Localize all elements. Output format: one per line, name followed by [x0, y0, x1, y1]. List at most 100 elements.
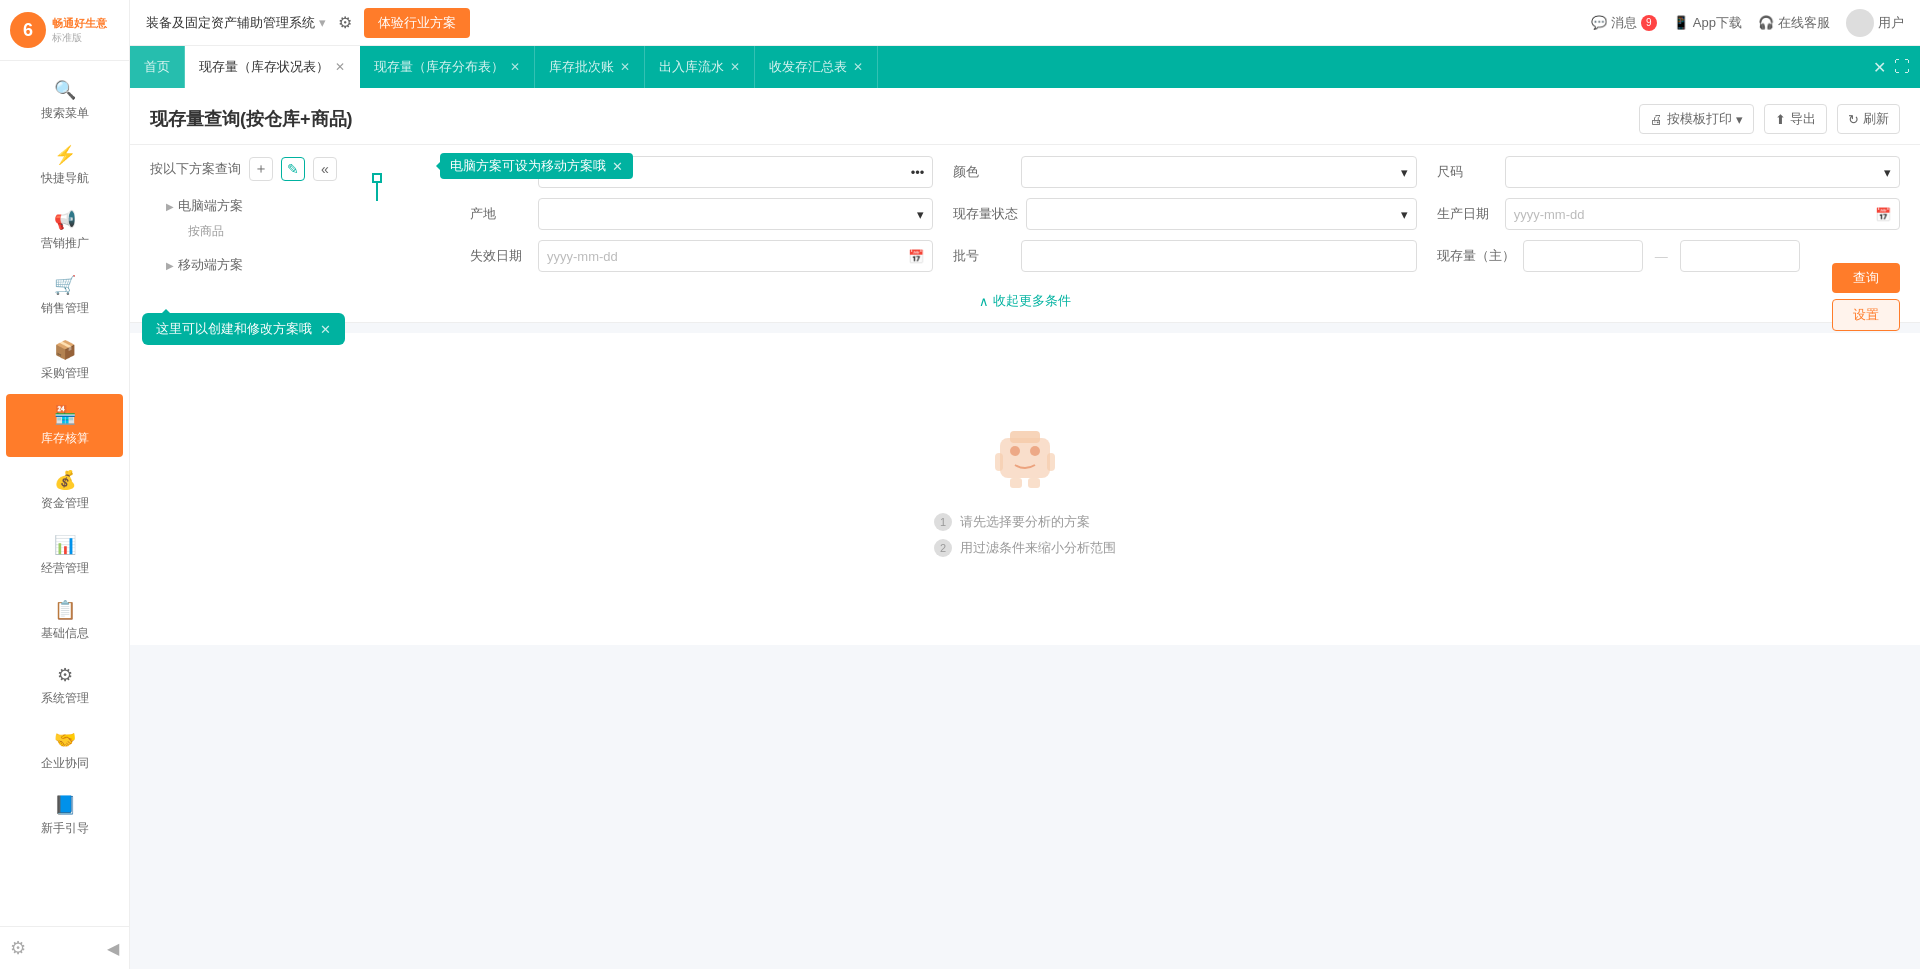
- close-tab-batch[interactable]: ✕: [620, 60, 630, 74]
- stock-main-label: 现存量（主）: [1437, 247, 1515, 265]
- sales-icon: 🛒: [54, 274, 76, 296]
- size-dropdown-icon: ▾: [1884, 165, 1891, 180]
- tree-expand-icon: ▶: [166, 201, 174, 212]
- main-content: 装备及固定资产辅助管理系统 ▾ ⚙ 体验行业方案 💬 消息 9 📱 App下载 …: [130, 0, 1920, 969]
- filter-row-stock-main: 现存量（主） —: [1437, 240, 1900, 272]
- close-tab-inventory-dist[interactable]: ✕: [510, 60, 520, 74]
- user-menu-btn[interactable]: 用户: [1846, 9, 1904, 37]
- refresh-btn[interactable]: ↻ 刷新: [1837, 104, 1900, 134]
- batch-input[interactable]: [1021, 240, 1416, 272]
- scheme-tag-label: 电脑方案可设为移动方案哦: [450, 157, 606, 175]
- produce-date-input[interactable]: yyyy-mm-dd 📅: [1505, 198, 1900, 230]
- sidebar-label-finance: 资金管理: [41, 495, 89, 512]
- size-select[interactable]: ▾: [1505, 156, 1900, 188]
- sidebar-item-enterprise[interactable]: 🤝企业协同: [6, 719, 123, 782]
- edit-scheme-btn[interactable]: ✎: [281, 157, 305, 181]
- inventory-icon: 🏪: [54, 404, 76, 426]
- print-btn[interactable]: 🖨 按模板打印 ▾: [1639, 104, 1754, 134]
- message-icon: 💬: [1591, 15, 1607, 30]
- scheme-tooltip-close[interactable]: ✕: [612, 159, 623, 174]
- system-title-dropdown[interactable]: 装备及固定资产辅助管理系统 ▾: [146, 14, 326, 32]
- collapse-sidebar-icon[interactable]: ◀: [107, 939, 119, 958]
- sidebar-item-sales[interactable]: 🛒销售管理: [6, 264, 123, 327]
- sidebar-item-quick[interactable]: ⚡快捷导航: [6, 134, 123, 197]
- purchase-icon: 📦: [54, 339, 76, 361]
- basic-icon: 📋: [54, 599, 76, 621]
- logo-text: 畅通好生意 标准版: [52, 16, 107, 45]
- svg-rect-1: [1010, 431, 1040, 443]
- filter-row-batch: 批号: [953, 240, 1416, 272]
- stock-status-dropdown-icon: ▾: [1401, 207, 1408, 222]
- origin-dropdown-icon: ▾: [917, 207, 924, 222]
- tab-label-inventory-dist: 现存量（库存分布表）: [374, 58, 504, 76]
- message-btn[interactable]: 💬 消息 9: [1591, 14, 1657, 32]
- settings-icon[interactable]: ⚙: [10, 937, 26, 959]
- top-bar-right: 💬 消息 9 📱 App下载 🎧 在线客服 用户: [1591, 9, 1904, 37]
- svg-rect-5: [1047, 453, 1055, 471]
- sidebar-item-inventory[interactable]: 🏪库存核算: [6, 394, 123, 457]
- reset-btn[interactable]: 设置: [1832, 299, 1900, 331]
- gear-settings-icon[interactable]: ⚙: [338, 13, 352, 32]
- top-bar-left: 装备及固定资产辅助管理系统 ▾ ⚙ 体验行业方案: [146, 8, 470, 38]
- close-tab-receive[interactable]: ✕: [853, 60, 863, 74]
- close-tab-inventory-status[interactable]: ✕: [335, 60, 345, 74]
- sidebar-item-purchase[interactable]: 📦采购管理: [6, 329, 123, 392]
- page-title: 现存量查询(按仓库+商品): [150, 107, 353, 131]
- online-service-btn[interactable]: 🎧 在线客服: [1758, 14, 1830, 32]
- collapse-btn[interactable]: ∧ 收起更多条件: [979, 292, 1071, 310]
- stock-main-to[interactable]: [1680, 240, 1800, 272]
- sidebar-nav: 🔍搜索菜单⚡快捷导航📢营销推广🛒销售管理📦采购管理🏪库存核算💰资金管理 📊 经营管理…: [0, 61, 129, 926]
- stock-status-label: 现存量状态: [953, 205, 1018, 223]
- close-all-tabs-icon[interactable]: ✕: [1873, 58, 1886, 77]
- svg-rect-4: [995, 453, 1003, 471]
- color-select[interactable]: ▾: [1021, 156, 1416, 188]
- operations-icon: 📊: [54, 534, 76, 556]
- batch-label: 批号: [953, 247, 1013, 265]
- search-btn[interactable]: 查询: [1832, 263, 1900, 293]
- sidebar-label-operations: 经营管理: [41, 560, 89, 577]
- close-tab-inout[interactable]: ✕: [730, 60, 740, 74]
- export-btn[interactable]: ⬆ 导出: [1764, 104, 1827, 134]
- tab-home[interactable]: 首页: [130, 46, 185, 88]
- tab-inout[interactable]: 出入库流水 ✕: [645, 46, 755, 88]
- expand-icon[interactable]: ⛶: [1894, 58, 1910, 76]
- app-download-btn[interactable]: 📱 App下载: [1673, 14, 1742, 32]
- tab-label-receive: 收发存汇总表: [769, 58, 847, 76]
- industry-btn[interactable]: 体验行业方案: [364, 8, 470, 38]
- expire-date-input[interactable]: yyyy-mm-dd 📅: [538, 240, 933, 272]
- scheme-tooltip-wrapper: 电脑方案可设为移动方案哦 ✕: [440, 153, 633, 179]
- left-arrow-btn[interactable]: «: [313, 157, 337, 181]
- stock-main-from[interactable]: [1523, 240, 1643, 272]
- sidebar-item-basic[interactable]: 📋基础信息: [6, 589, 123, 652]
- sidebar-item-operations[interactable]: 📊 经营管理: [6, 524, 123, 587]
- svg-point-3: [1030, 446, 1040, 456]
- filter-label: 按以下方案查询: [150, 160, 241, 178]
- add-scheme-btn[interactable]: ＋: [249, 157, 273, 181]
- edit-tooltip-label: 这里可以创建和修改方案哦: [156, 320, 312, 338]
- filter-grid: 商品 ... ••• 颜色 ▾: [470, 156, 1900, 272]
- tab-label-inout: 出入库流水: [659, 58, 724, 76]
- tab-batch[interactable]: 库存批次账✕: [535, 46, 645, 88]
- page-header: 现存量查询(按仓库+商品) 🖨 按模板打印 ▾ ⬆ 导出 ↻ 刷新: [130, 88, 1920, 145]
- logo: 6 畅通好生意 标准版: [0, 0, 129, 61]
- tab-receive[interactable]: 收发存汇总表 ✕: [755, 46, 878, 88]
- tab-inventory-dist[interactable]: 现存量（库存分布表） ✕: [360, 46, 535, 88]
- sidebar-item-finance[interactable]: 💰资金管理: [6, 459, 123, 522]
- sidebar-item-system[interactable]: ⚙系统管理: [6, 654, 123, 717]
- refresh-icon: ↻: [1848, 112, 1859, 127]
- tab-inventory-status[interactable]: 现存量（库存状况表）✕: [185, 46, 360, 88]
- sidebar-label-marketing: 营销推广: [41, 235, 89, 252]
- sidebar-item-marketing[interactable]: 📢营销推广: [6, 199, 123, 262]
- sidebar-item-search[interactable]: 🔍搜索菜单: [6, 69, 123, 132]
- phone-icon: 📱: [1673, 15, 1689, 30]
- avatar: [1846, 9, 1874, 37]
- origin-select[interactable]: ▾: [538, 198, 933, 230]
- tab-actions: ✕ ⛶: [1863, 58, 1920, 77]
- goods-more-icon: •••: [911, 165, 925, 180]
- stock-status-select[interactable]: ▾: [1026, 198, 1416, 230]
- filter-row-stock-status: 现存量状态 ▾: [953, 198, 1416, 230]
- print-dropdown-icon: ▾: [1736, 112, 1743, 127]
- edit-tooltip-close[interactable]: ✕: [320, 322, 331, 337]
- filter-row-produce-date: 生产日期 yyyy-mm-dd 📅: [1437, 198, 1900, 230]
- sidebar-item-guide[interactable]: 📘新手引导: [6, 784, 123, 847]
